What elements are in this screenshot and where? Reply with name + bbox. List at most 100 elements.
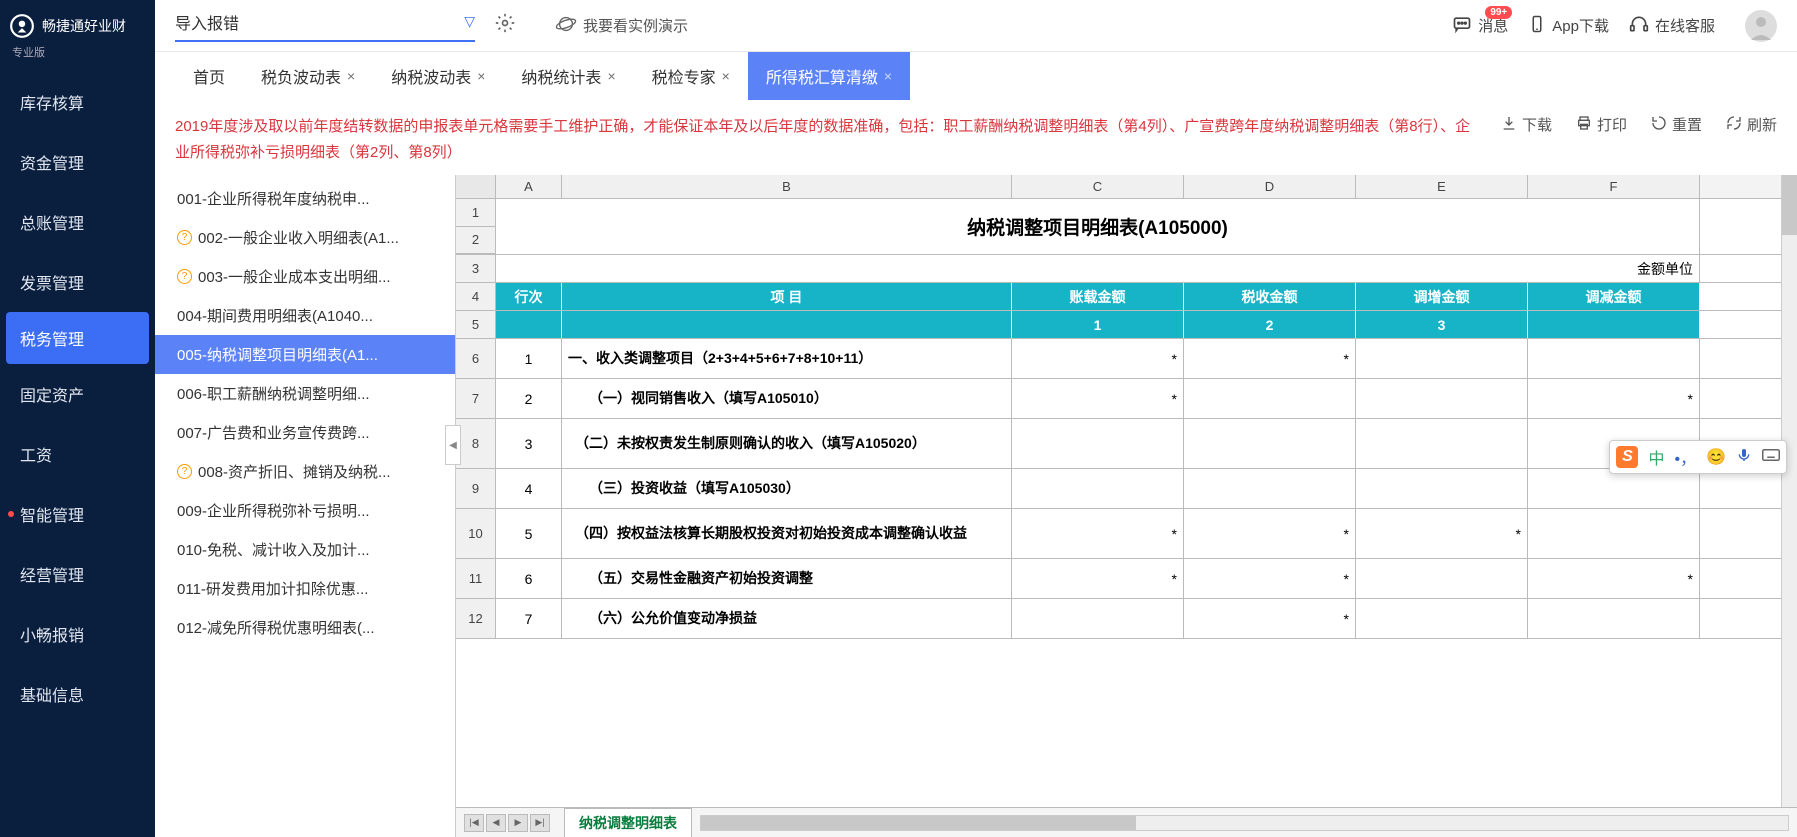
cell[interactable]: （三）投资收益（填写A105030） (562, 469, 1012, 508)
row-header[interactable]: 5 (456, 311, 496, 338)
page-tab[interactable]: 纳税波动表× (373, 52, 503, 100)
tree-item[interactable]: 012-减免所得税优惠明细表(... (155, 608, 455, 647)
close-icon[interactable]: × (884, 68, 892, 84)
tree-item[interactable]: 004-期间费用明细表(A1040... (155, 296, 455, 335)
cell[interactable]: * (1012, 559, 1184, 598)
cell[interactable]: 6 (496, 559, 562, 598)
cell[interactable]: 7 (496, 599, 562, 638)
cell[interactable] (1356, 469, 1528, 508)
cell[interactable] (1012, 419, 1184, 468)
cell[interactable] (1356, 379, 1528, 418)
row-header[interactable]: 11 (456, 559, 496, 598)
cell[interactable]: 1 (1012, 311, 1184, 338)
tree-item[interactable]: ?003-一般企业成本支出明细... (155, 257, 455, 296)
cell[interactable]: 4 (496, 469, 562, 508)
sidebar-item[interactable]: 发票管理 (0, 252, 155, 312)
cell[interactable] (1528, 339, 1700, 378)
cell[interactable]: （二）未按权责发生制原则确认的收入（填写A105020） (562, 419, 1012, 468)
messages-button[interactable]: 消息 99+ (1452, 14, 1508, 38)
cell[interactable]: * (1184, 559, 1356, 598)
cell[interactable]: * (1184, 599, 1356, 638)
cell[interactable] (1356, 419, 1528, 468)
tree-item[interactable]: ?002-一般企业收入明细表(A1... (155, 218, 455, 257)
sheet-nav-prev[interactable]: ◀ (486, 814, 506, 832)
cell[interactable] (562, 311, 1012, 338)
help-icon[interactable]: ? (177, 464, 192, 479)
help-icon[interactable]: ? (177, 269, 192, 284)
sidebar-item[interactable]: 基础信息 (0, 664, 155, 724)
online-service-button[interactable]: 在线客服 (1629, 14, 1715, 38)
sidebar-item[interactable]: 税务管理 (6, 312, 149, 364)
cell[interactable]: * (1528, 559, 1700, 598)
col-header[interactable]: C (1012, 175, 1184, 198)
sheet-nav-last[interactable]: ▶| (530, 814, 550, 832)
cell[interactable] (1528, 599, 1700, 638)
cell[interactable]: * (1012, 379, 1184, 418)
print-button[interactable]: 打印 (1576, 114, 1627, 135)
search-select[interactable]: 导入报错 ▽ (175, 10, 475, 42)
sidebar-item[interactable]: 固定资产 (0, 364, 155, 424)
ime-mic-icon[interactable] (1736, 447, 1752, 468)
tree-item[interactable]: 001-企业所得税年度纳税申... (155, 179, 455, 218)
page-tab[interactable]: 所得税汇算清缴× (748, 52, 910, 100)
vertical-scrollbar[interactable] (1781, 175, 1797, 807)
row-header[interactable]: 9 (456, 469, 496, 508)
ime-punct-icon[interactable]: •， (1674, 445, 1696, 469)
cell[interactable]: * (1356, 509, 1528, 558)
cell[interactable] (1528, 469, 1700, 508)
cell[interactable]: （一）视同销售收入（填写A105010） (562, 379, 1012, 418)
sheet-tab[interactable]: 纳税调整明细表 (564, 808, 692, 837)
row-header[interactable]: 6 (456, 339, 496, 378)
ime-lang[interactable]: 中 (1648, 445, 1664, 469)
sidebar-item[interactable]: 库存核算 (0, 72, 155, 132)
sidebar-item[interactable]: 总账管理 (0, 192, 155, 252)
app-download-button[interactable]: App下载 (1528, 15, 1609, 37)
row-header[interactable]: 1 (456, 199, 496, 227)
gear-icon[interactable] (495, 13, 515, 38)
col-header[interactable]: E (1356, 175, 1528, 198)
tree-item[interactable]: 010-免税、减计收入及加计... (155, 530, 455, 569)
page-tab[interactable]: 首页 (175, 52, 243, 100)
tree-item[interactable]: 011-研发费用加计扣除优惠... (155, 569, 455, 608)
col-header[interactable]: D (1184, 175, 1356, 198)
sidebar-item[interactable]: 资金管理 (0, 132, 155, 192)
tree-item[interactable]: ?008-资产折旧、摊销及纳税... (155, 452, 455, 491)
tree-item[interactable]: 005-纳税调整项目明细表(A1... (155, 335, 455, 374)
cell[interactable] (1356, 599, 1528, 638)
ime-emoji-icon[interactable]: 😊 (1706, 447, 1726, 467)
help-icon[interactable]: ? (177, 230, 192, 245)
cell[interactable]: 3 (1356, 311, 1528, 338)
cell[interactable] (1184, 419, 1356, 468)
cell[interactable] (1184, 379, 1356, 418)
cell[interactable]: （五）交易性金融资产初始投资调整 (562, 559, 1012, 598)
cell[interactable]: * (1528, 379, 1700, 418)
cell[interactable]: 5 (496, 509, 562, 558)
col-header[interactable]: F (1528, 175, 1700, 198)
row-header[interactable]: 12 (456, 599, 496, 638)
select-all-corner[interactable] (456, 175, 496, 198)
collapse-handle[interactable]: ◀ (445, 425, 461, 465)
refresh-button[interactable]: 刷新 (1726, 114, 1777, 135)
cell[interactable]: 2 (1184, 311, 1356, 338)
tree-item[interactable]: 006-职工薪酬纳税调整明细... (155, 374, 455, 413)
cell[interactable] (1184, 469, 1356, 508)
cell[interactable]: 一、收入类调整项目（2+3+4+5+6+7+8+10+11） (562, 339, 1012, 378)
cell[interactable]: * (1012, 339, 1184, 378)
sidebar-item[interactable]: 小畅报销 (0, 604, 155, 664)
cell[interactable] (1356, 559, 1528, 598)
tree-item[interactable]: 007-广告费和业务宣传费跨... (155, 413, 455, 452)
page-tab[interactable]: 税检专家× (634, 52, 748, 100)
demo-link[interactable]: 我要看实例演示 (555, 13, 688, 39)
close-icon[interactable]: × (722, 68, 730, 84)
cell[interactable]: * (1184, 509, 1356, 558)
cell[interactable]: * (1012, 509, 1184, 558)
cell[interactable]: 3 (496, 419, 562, 468)
sidebar-item[interactable]: 工资 (0, 424, 155, 484)
row-header[interactable]: 3 (456, 255, 496, 282)
col-header[interactable]: A (496, 175, 562, 198)
close-icon[interactable]: × (347, 68, 355, 84)
cell[interactable]: 1 (496, 339, 562, 378)
cell[interactable] (1356, 339, 1528, 378)
cell[interactable]: （六）公允价值变动净损益 (562, 599, 1012, 638)
cell[interactable] (1012, 469, 1184, 508)
